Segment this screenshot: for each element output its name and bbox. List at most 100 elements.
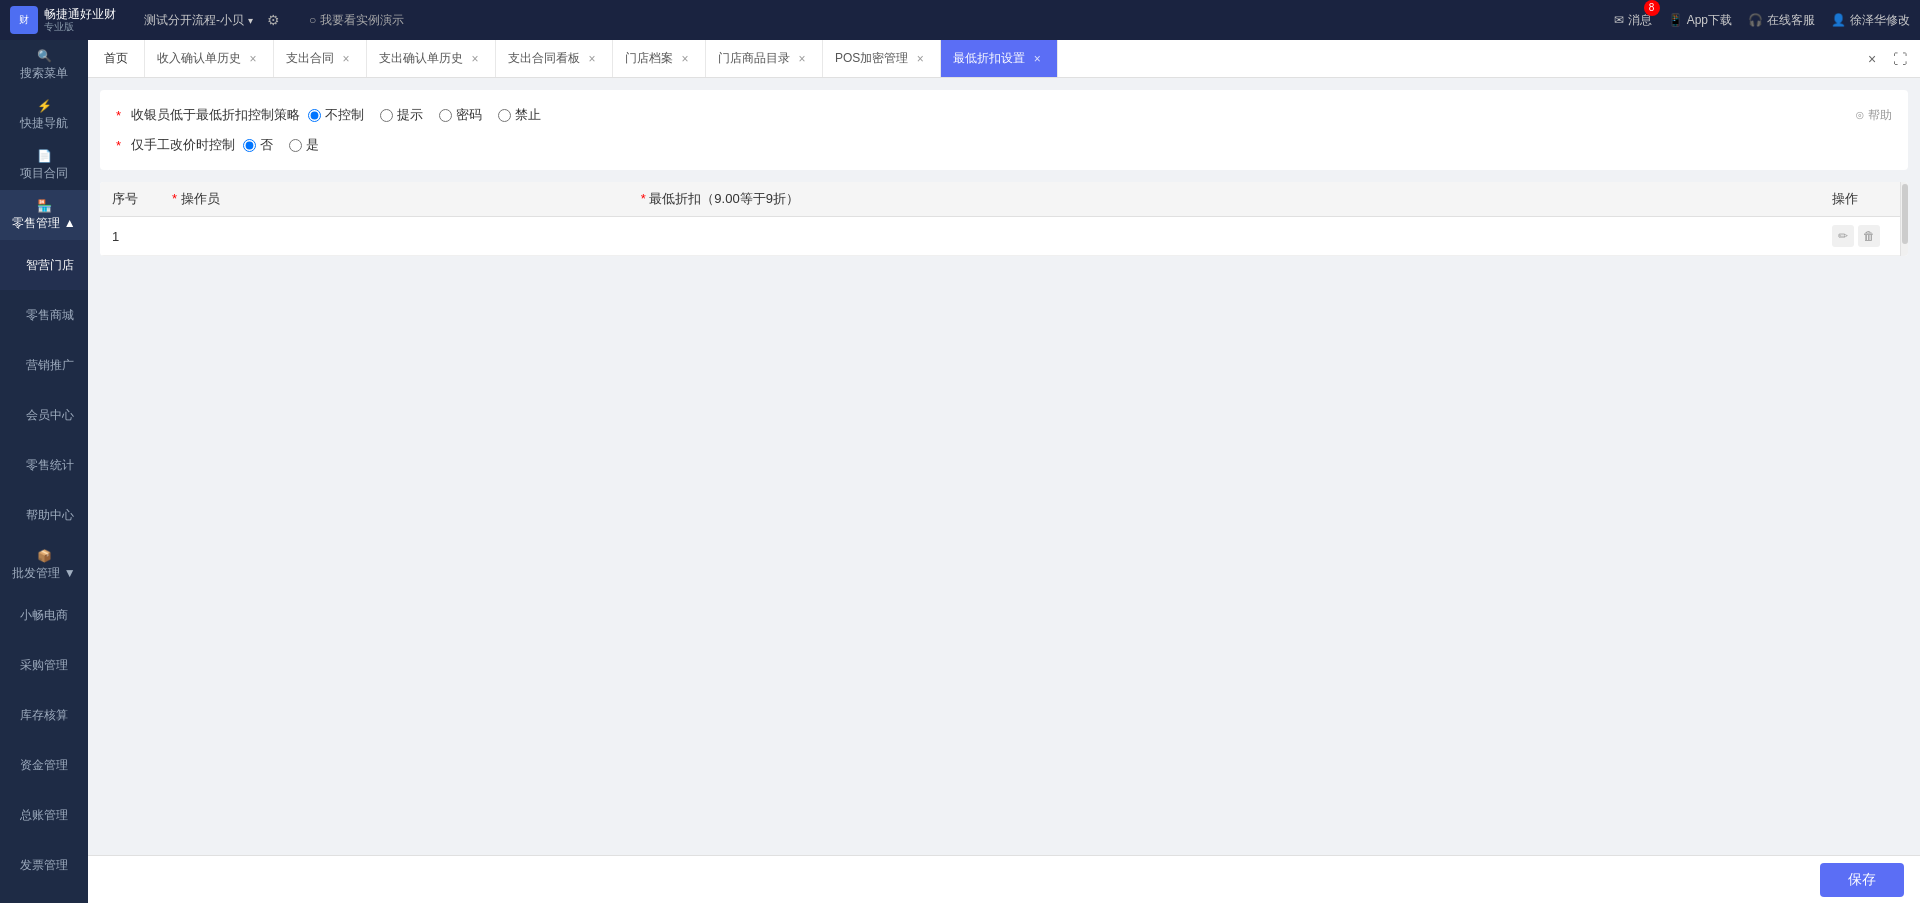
manual-no-radio[interactable] (243, 139, 256, 152)
form-section: * 收银员低于最低折扣控制策略 不控制 提示 (116, 106, 1892, 154)
ban-radio[interactable] (498, 109, 511, 122)
smart-store-label: 智营门店 (26, 257, 74, 274)
invoice-label: 发票管理 (20, 857, 68, 874)
batch-icon: 📦 (37, 548, 52, 565)
main-layout: 🔍 搜索菜单 ⚡ 快捷导航 📄 项目合同 🏪 零售管理 ▲ 智营门店 零售商城 … (0, 40, 1920, 903)
manual-yes-radio[interactable] (289, 139, 302, 152)
tab-payment-board-close[interactable]: × (584, 51, 600, 67)
settings-form-card: * 收银员低于最低折扣控制策略 不控制 提示 (100, 90, 1908, 170)
sidebar-item-label: 搜索菜单 (20, 65, 68, 82)
sidebar-item-ecommerce[interactable]: 小畅电商 (0, 590, 88, 640)
tab-pos-password[interactable]: POS加密管理 × (823, 40, 941, 78)
sidebar-item-help-center[interactable]: 帮助中心 (0, 490, 88, 540)
close-tab-button[interactable]: × (1860, 47, 1884, 71)
tab-store-catalog-close[interactable]: × (794, 51, 810, 67)
demo-link[interactable]: ○ 我要看实例演示 (309, 12, 404, 29)
tab-payment-board-label: 支出合同看板 (508, 50, 580, 67)
sidebar-item-label: 批发管理 ▼ (12, 565, 75, 582)
tab-payment-board[interactable]: 支出合同看板 × (496, 40, 613, 78)
headset-icon: 🎧 (1748, 13, 1763, 27)
manual-no-label: 否 (260, 136, 273, 154)
sidebar-item-search[interactable]: 🔍 搜索菜单 (0, 40, 88, 90)
col-header-discount-label: 最低折扣（9.00等于9折） (649, 191, 799, 206)
table-row: 1 ✏ 🗑 (100, 217, 1900, 256)
save-button[interactable]: 保存 (1820, 863, 1904, 897)
tab-home-label: 首页 (104, 50, 128, 67)
remind-label: 提示 (397, 106, 423, 124)
tab-store-file[interactable]: 门店档案 × (613, 40, 706, 78)
sidebar-item-retail-stats[interactable]: 零售统计 (0, 440, 88, 490)
sidebar-item-project[interactable]: 📄 项目合同 (0, 140, 88, 190)
tab-min-discount-close[interactable]: × (1029, 51, 1045, 67)
no-control-label: 不控制 (325, 106, 364, 124)
edit-row-button[interactable]: ✏ (1832, 225, 1854, 247)
sidebar-item-purchase[interactable]: 采购管理 (0, 640, 88, 690)
sidebar-item-member[interactable]: 会员中心 (0, 390, 88, 440)
sidebar-item-marketing[interactable]: 营销推广 (0, 340, 88, 390)
project-selector[interactable]: 测试分开流程-小贝 ▾ (144, 12, 253, 29)
finance-label: 资金管理 (20, 757, 68, 774)
cell-operator (160, 217, 629, 256)
required-mark: * (116, 108, 121, 123)
tab-income-history-close[interactable]: × (245, 51, 261, 67)
tab-payment-confirm-close[interactable]: × (467, 51, 483, 67)
delete-row-button[interactable]: 🗑 (1858, 225, 1880, 247)
tab-payment-confirm[interactable]: 支出确认单历史 × (367, 40, 496, 78)
sidebar-item-invoice[interactable]: 发票管理 (0, 840, 88, 890)
retail-stats-label: 零售统计 (26, 457, 74, 474)
remind-radio[interactable] (380, 109, 393, 122)
sidebar-item-finance[interactable]: 资金管理 (0, 740, 88, 790)
sidebar: 🔍 搜索菜单 ⚡ 快捷导航 📄 项目合同 🏪 零售管理 ▲ 智营门店 零售商城 … (0, 40, 88, 903)
tab-home[interactable]: 首页 (88, 40, 145, 78)
manual-yes-option[interactable]: 是 (289, 136, 319, 154)
app-download-item[interactable]: 📱 App下载 (1668, 12, 1732, 29)
logo-area: 财 畅捷通好业财 专业版 (10, 6, 116, 34)
project-name: 测试分开流程-小贝 (144, 12, 244, 29)
sidebar-item-smart-store[interactable]: 智营门店 (0, 240, 88, 290)
message-item[interactable]: ✉ 消息 8 (1614, 12, 1652, 29)
tab-min-discount[interactable]: 最低折扣设置 × (941, 40, 1058, 78)
sidebar-item-retail-mgmt[interactable]: 🏪 零售管理 ▲ (0, 190, 88, 240)
tab-payment-contract-close[interactable]: × (338, 51, 354, 67)
tab-payment-contract-label: 支出合同 (286, 50, 334, 67)
content-area: 首页 收入确认单历史 × 支出合同 × 支出确认单历史 × 支出合同看板 × 门… (88, 40, 1920, 903)
sidebar-item-tax[interactable]: 税务管理 (0, 890, 88, 903)
manual-no-option[interactable]: 否 (243, 136, 273, 154)
manual-yes-label: 是 (306, 136, 319, 154)
sidebar-item-inventory[interactable]: 库存核算 (0, 690, 88, 740)
demo-circle-icon: ○ (309, 13, 316, 27)
sidebar-item-account[interactable]: 总账管理 (0, 790, 88, 840)
tab-pos-password-label: POS加密管理 (835, 50, 908, 67)
online-service-item[interactable]: 🎧 在线客服 (1748, 12, 1815, 29)
tab-store-catalog-label: 门店商品目录 (718, 50, 790, 67)
tab-payment-contract[interactable]: 支出合同 × (274, 40, 367, 78)
user-item[interactable]: 👤 徐泽华修改 (1831, 12, 1910, 29)
help-button[interactable]: ⊙ 帮助 (1855, 107, 1892, 124)
tab-store-file-label: 门店档案 (625, 50, 673, 67)
remind-option[interactable]: 提示 (380, 106, 423, 124)
no-control-radio[interactable] (308, 109, 321, 122)
cell-index: 1 (100, 217, 160, 256)
password-option[interactable]: 密码 (439, 106, 482, 124)
sidebar-item-batch-mgmt[interactable]: 📦 批发管理 ▼ (0, 540, 88, 590)
app-download-label: App下载 (1687, 12, 1732, 29)
table-scrollbar[interactable] (1900, 182, 1908, 256)
discount-policy-row: * 收银员低于最低折扣控制策略 不控制 提示 (116, 106, 1892, 124)
sidebar-item-retail-mall[interactable]: 零售商城 (0, 290, 88, 340)
sidebar-item-shortcut[interactable]: ⚡ 快捷导航 (0, 90, 88, 140)
ecommerce-label: 小畅电商 (20, 607, 68, 624)
expand-tab-button[interactable]: ⛶ (1888, 47, 1912, 71)
tab-store-file-close[interactable]: × (677, 51, 693, 67)
ban-option[interactable]: 禁止 (498, 106, 541, 124)
tab-pos-password-close[interactable]: × (912, 51, 928, 67)
tabs-bar: 首页 收入确认单历史 × 支出合同 × 支出确认单历史 × 支出合同看板 × 门… (88, 40, 1920, 78)
member-label: 会员中心 (26, 407, 74, 424)
password-radio[interactable] (439, 109, 452, 122)
password-label: 密码 (456, 106, 482, 124)
project-settings-icon[interactable]: ⚙ (261, 8, 285, 32)
tab-store-catalog[interactable]: 门店商品目录 × (706, 40, 823, 78)
logo-text-area: 畅捷通好业财 专业版 (44, 7, 116, 33)
scrollbar-thumb (1902, 184, 1908, 244)
tab-income-history[interactable]: 收入确认单历史 × (145, 40, 274, 78)
no-control-option[interactable]: 不控制 (308, 106, 364, 124)
